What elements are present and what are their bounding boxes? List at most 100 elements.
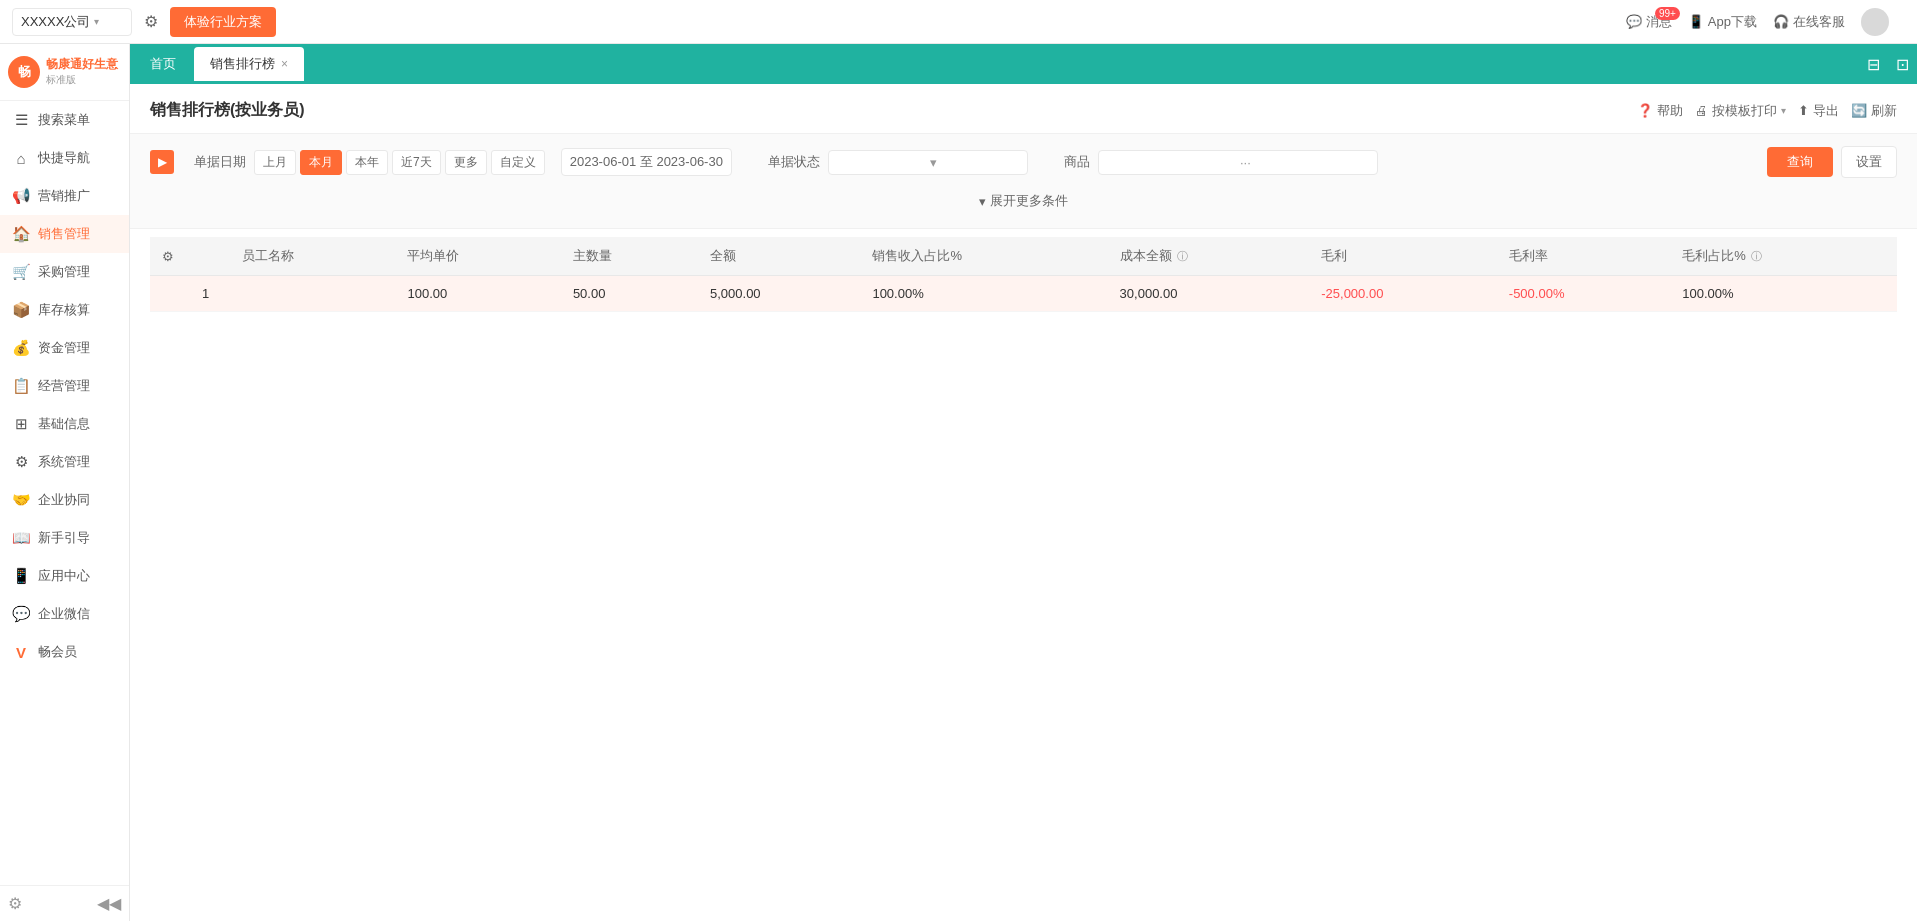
cell-gross: -25,000.00: [1309, 276, 1497, 312]
print-label: 按模板打印: [1712, 102, 1777, 120]
sidebar-item-guide[interactable]: 📖 新手引导: [0, 519, 129, 557]
app-download-button[interactable]: 📱 App下载: [1688, 13, 1757, 31]
sidebar-item-sales[interactable]: 🏠 销售管理: [0, 215, 129, 253]
search-menu-icon: ☰: [12, 111, 30, 129]
print-button[interactable]: 🖨 按模板打印 ▾: [1695, 102, 1786, 120]
app-download-label: App下载: [1708, 13, 1757, 31]
data-table: ⚙ 员工名称 平均单价 主数量 全额 销售收入占比% 成本全额: [150, 237, 1897, 312]
sidebar-item-label: 基础信息: [38, 415, 90, 433]
purchase-icon: 🛒: [12, 263, 30, 281]
sidebar-item-wechat[interactable]: 💬 企业微信: [0, 595, 129, 633]
col-settings[interactable]: ⚙: [150, 237, 190, 276]
print-chevron-icon[interactable]: ▾: [1781, 105, 1786, 116]
sidebar-item-label: 资金管理: [38, 339, 90, 357]
status-select[interactable]: ▾: [828, 150, 1028, 175]
corp-icon: 🤝: [12, 491, 30, 509]
tab-close-icon[interactable]: ×: [281, 57, 288, 71]
company-selector[interactable]: XXXXX公司 ▾: [12, 8, 132, 36]
date-filter-label: 单据日期: [194, 153, 246, 171]
status-chevron-icon: ▾: [930, 155, 1019, 170]
date-btn-more[interactable]: 更多: [445, 150, 487, 175]
sidebar-item-purchase[interactable]: 🛒 采购管理: [0, 253, 129, 291]
operation-icon: 📋: [12, 377, 30, 395]
sidebar-item-label: 新手引导: [38, 529, 90, 547]
col-qty: 主数量: [561, 237, 698, 276]
query-button[interactable]: 查询: [1767, 147, 1833, 177]
sidebar-item-label: 企业协同: [38, 491, 90, 509]
table-settings-icon[interactable]: ⚙: [162, 249, 174, 264]
online-service-button[interactable]: 🎧 在线客服: [1773, 13, 1845, 31]
cost-info-icon[interactable]: ⓘ: [1177, 250, 1188, 262]
sidebar-settings-icon[interactable]: ⚙: [8, 894, 22, 913]
message-button[interactable]: 💬 消息 99+: [1626, 13, 1672, 31]
tab-minimize-icon[interactable]: ⊟: [1863, 51, 1884, 78]
refresh-icon: 🔄: [1851, 103, 1867, 118]
marketing-icon: 📢: [12, 187, 30, 205]
sidebar-item-finance[interactable]: 💰 资金管理: [0, 329, 129, 367]
sidebar-item-shortcut[interactable]: ⌂ 快捷导航: [0, 139, 129, 177]
sidebar-item-corp[interactable]: 🤝 企业协同: [0, 481, 129, 519]
sidebar-item-label: 应用中心: [38, 567, 90, 585]
status-filter-label: 单据状态: [768, 153, 820, 171]
brand-sub: 标准版: [46, 73, 118, 87]
date-btn-custom[interactable]: 自定义: [491, 150, 545, 175]
refresh-label: 刷新: [1871, 102, 1897, 120]
sidebar-item-member[interactable]: V 畅会员: [0, 633, 129, 671]
sidebar-item-apps[interactable]: 📱 应用中心: [0, 557, 129, 595]
goods-input[interactable]: ···: [1098, 150, 1378, 175]
sidebar-item-label: 快捷导航: [38, 149, 90, 167]
avatar[interactable]: [1861, 8, 1889, 36]
headset-icon: 🎧: [1773, 14, 1789, 29]
sidebar-item-inventory[interactable]: 📦 库存核算: [0, 291, 129, 329]
date-btn-this-year[interactable]: 本年: [346, 150, 388, 175]
table-row: 1 100.00 50.00 5,000.00 100.00% 30,000.0…: [150, 276, 1897, 312]
cell-settings: [150, 276, 190, 312]
home-icon: ⌂: [12, 150, 30, 167]
trial-button[interactable]: 体验行业方案: [170, 7, 276, 37]
col-cost: 成本全额 ⓘ: [1108, 237, 1310, 276]
cell-gross-pct: 100.00%: [1670, 276, 1897, 312]
expand-more-button[interactable]: ▾ 展开更多条件: [979, 192, 1068, 210]
filter-toggle-icon[interactable]: ▶: [150, 150, 174, 174]
sidebar-item-label: 采购管理: [38, 263, 90, 281]
status-filter-group: 单据状态 ▾: [768, 150, 1028, 175]
topbar-settings-icon[interactable]: ⚙: [140, 8, 162, 35]
column-settings-button[interactable]: 设置: [1841, 146, 1897, 178]
sidebar-item-label: 销售管理: [38, 225, 90, 243]
goods-more-icon[interactable]: ···: [1240, 155, 1369, 170]
tab-label: 销售排行榜: [210, 55, 275, 73]
refresh-button[interactable]: 🔄 刷新: [1851, 102, 1897, 120]
company-chevron-icon: ▾: [94, 16, 99, 27]
date-btn-last-month[interactable]: 上月: [254, 150, 296, 175]
date-btn-this-month[interactable]: 本月: [300, 150, 342, 175]
tab-sales-ranking[interactable]: 销售排行榜 ×: [194, 47, 304, 81]
help-button[interactable]: ❓ 帮助: [1637, 102, 1683, 120]
sidebar-item-operation[interactable]: 📋 经营管理: [0, 367, 129, 405]
cell-sales-pct: 100.00%: [860, 276, 1107, 312]
tab-home[interactable]: 首页: [134, 47, 192, 81]
sidebar-item-basic[interactable]: ⊞ 基础信息: [0, 405, 129, 443]
export-button[interactable]: ⬆ 导出: [1798, 102, 1839, 120]
col-sales-pct: 销售收入占比%: [860, 237, 1107, 276]
expand-label: 展开更多条件: [990, 192, 1068, 210]
date-range-display[interactable]: 2023-06-01 至 2023-06-30: [561, 148, 732, 176]
help-label: 帮助: [1657, 102, 1683, 120]
brand-name: 畅康通好生意: [46, 57, 118, 73]
cell-cost: 30,000.00: [1108, 276, 1310, 312]
sidebar-item-marketing[interactable]: 📢 营销推广: [0, 177, 129, 215]
cell-qty: 50.00: [561, 276, 698, 312]
tab-maximize-icon[interactable]: ⊡: [1892, 51, 1913, 78]
company-name: XXXXX公司: [21, 13, 90, 31]
col-name: 员工名称: [230, 237, 395, 276]
sidebar-item-system[interactable]: ⚙ 系统管理: [0, 443, 129, 481]
date-filter-group: 单据日期 上月 本月 本年 近7天 更多 自定义: [194, 150, 545, 175]
sidebar-item-label: 畅会员: [38, 643, 77, 661]
sidebar-item-search[interactable]: ☰ 搜索菜单: [0, 101, 129, 139]
gross-pct-info-icon[interactable]: ⓘ: [1751, 250, 1762, 262]
chevron-down-icon: ▾: [979, 194, 986, 209]
cell-gross-rate: -500.00%: [1497, 276, 1670, 312]
sidebar-collapse-icon[interactable]: ◀◀: [97, 894, 121, 913]
page-title: 销售排行榜(按业务员): [150, 100, 305, 121]
date-btn-7days[interactable]: 近7天: [392, 150, 441, 175]
finance-icon: 💰: [12, 339, 30, 357]
